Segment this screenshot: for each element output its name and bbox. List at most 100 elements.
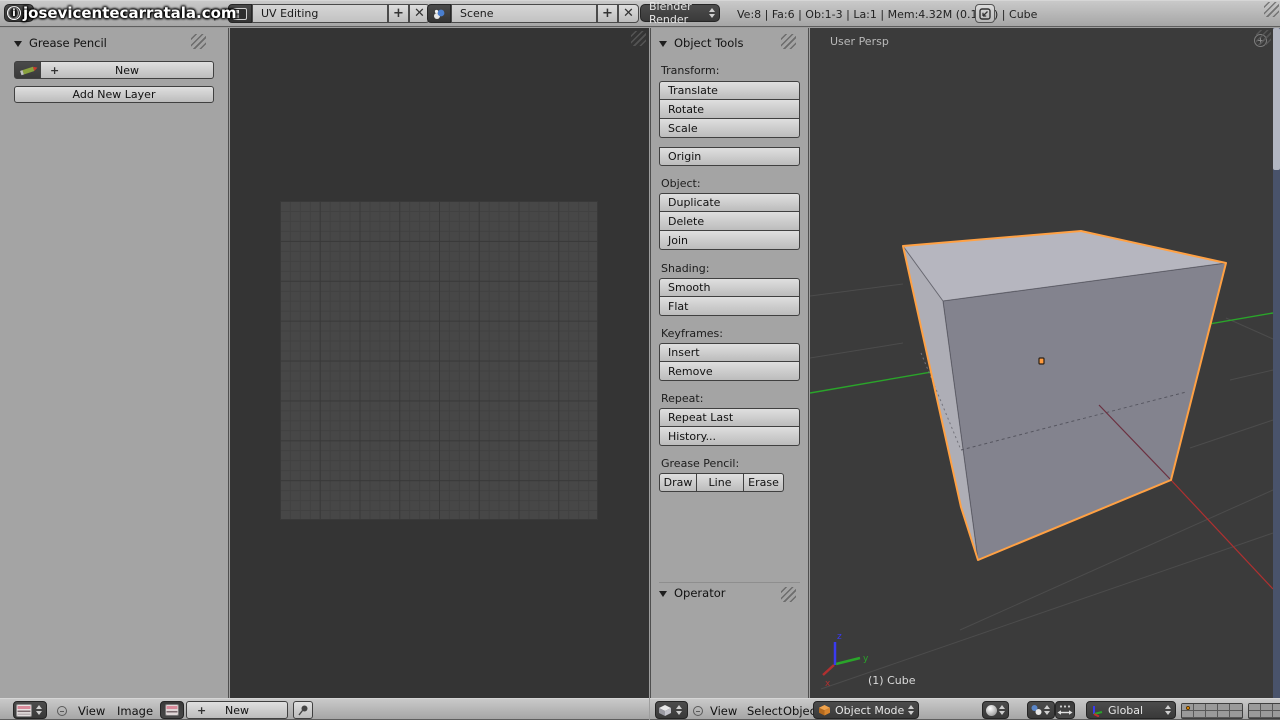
new-button-label: New	[115, 63, 139, 77]
layer-cell[interactable]	[1230, 704, 1242, 711]
add-scene-button[interactable]: +	[597, 4, 618, 23]
layer-cell[interactable]	[1249, 711, 1261, 718]
keyframes-section-label: Keyframes:	[661, 327, 723, 340]
layer-cell[interactable]	[1273, 711, 1280, 718]
uv-tool-shelf: Grease Pencil + New Add New Layer	[0, 28, 229, 698]
layer-cell[interactable]	[1273, 704, 1280, 711]
orientation-value: Global	[1108, 703, 1144, 717]
insert-keyframe-button[interactable]: Insert	[659, 343, 800, 362]
select-menu[interactable]: Select	[747, 704, 782, 718]
info-icon: i	[7, 6, 21, 20]
layer-cell[interactable]	[1261, 711, 1273, 718]
layer-cell[interactable]	[1218, 704, 1230, 711]
view3d-editor-icon	[659, 704, 671, 716]
grease-pencil-panel-header[interactable]: Grease Pencil	[14, 34, 214, 51]
layer-cell[interactable]	[1206, 711, 1218, 718]
layer-cell[interactable]	[1182, 711, 1194, 718]
header-menus-collapse-toggle[interactable]	[693, 706, 703, 716]
panel-drag-grip[interactable]	[781, 587, 796, 602]
layer-cell[interactable]	[1261, 704, 1273, 711]
grease-pencil-new-button[interactable]: + New	[41, 61, 214, 79]
viewport-resize-grip[interactable]	[1256, 30, 1271, 45]
panel-title: Object Tools	[674, 35, 744, 50]
scrollbar-thumb[interactable]	[1273, 28, 1280, 170]
origin-button[interactable]: Origin	[659, 147, 800, 166]
object-origin-dot[interactable]	[1038, 357, 1045, 365]
pivot-point-dropdown[interactable]	[1027, 701, 1055, 719]
uv-editor-resize-grip[interactable]	[631, 31, 646, 46]
duplicate-button[interactable]: Duplicate	[659, 193, 800, 212]
delete-button[interactable]: Delete	[659, 212, 800, 231]
layer-cell[interactable]	[1249, 704, 1261, 711]
viewport-shading-dropdown[interactable]	[982, 701, 1009, 719]
join-button[interactable]: Join	[659, 231, 800, 250]
window-duplicate-button[interactable]	[975, 4, 995, 23]
layer-cell[interactable]	[1230, 711, 1242, 718]
view-menu[interactable]: View	[710, 704, 737, 718]
button-label: Origin	[668, 150, 702, 163]
layer-cell[interactable]	[1194, 711, 1206, 718]
transform-section-label: Transform:	[661, 64, 720, 77]
chevron-updown-icon	[999, 705, 1005, 715]
history-button[interactable]: History...	[659, 427, 800, 446]
layers-widget-group2[interactable]	[1248, 703, 1280, 719]
button-label: Smooth	[668, 281, 711, 294]
mode-dropdown[interactable]: Object Mode	[813, 701, 919, 719]
close-scene-button[interactable]: ✕	[618, 4, 639, 23]
object-tools-panel-header[interactable]: Object Tools	[659, 34, 800, 51]
layer-cell[interactable]	[1206, 704, 1218, 711]
header-menus-collapse-toggle[interactable]	[57, 706, 67, 716]
gizmo-x-axis	[822, 664, 835, 676]
render-engine-value: Blender Render	[649, 0, 692, 26]
layer-cell[interactable]	[1218, 711, 1230, 718]
grease-pencil-data-button[interactable]	[14, 61, 41, 79]
image-browse-button[interactable]	[160, 701, 184, 719]
rotate-button[interactable]: Rotate	[659, 100, 800, 119]
scene-name-field[interactable]: Scene	[451, 4, 597, 23]
add-layout-button[interactable]: +	[388, 4, 409, 23]
object-section-label: Object:	[661, 177, 701, 190]
plus-icon: +	[50, 63, 60, 77]
scale-button[interactable]: Scale	[659, 119, 800, 138]
uv-grid	[280, 201, 598, 520]
layer-cell[interactable]	[1194, 704, 1206, 711]
layout-name-field[interactable]: UV Editing	[252, 4, 388, 23]
panel-drag-grip[interactable]	[191, 34, 206, 49]
layers-widget-group1[interactable]	[1181, 703, 1243, 719]
view-menu[interactable]: View	[78, 704, 105, 718]
chevron-updown-icon	[676, 705, 682, 715]
info-header-resize-grip[interactable]	[1264, 2, 1279, 17]
grease-line-button[interactable]: Line	[697, 473, 744, 492]
operator-panel-header[interactable]: Operator	[659, 582, 800, 602]
transform-orientation-dropdown[interactable]: Global	[1086, 701, 1176, 719]
editor-type-3dview-button[interactable]	[655, 701, 688, 719]
panel-drag-grip[interactable]	[781, 34, 796, 49]
remove-keyframe-button[interactable]: Remove	[659, 362, 800, 381]
layer-cell-active[interactable]	[1182, 704, 1194, 711]
button-label: Translate	[668, 84, 718, 97]
mode-value: Object Mode	[835, 703, 905, 717]
blender-window: i elp i josevicentecarratala.com UV Edit…	[0, 0, 1280, 720]
image-editor-icon	[16, 703, 32, 717]
image-menu[interactable]: Image	[117, 704, 153, 718]
pin-image-button[interactable]	[293, 701, 313, 719]
grease-draw-button[interactable]: Draw	[659, 473, 697, 492]
panel-title: Grease Pencil	[29, 35, 107, 50]
translate-button[interactable]: Translate	[659, 81, 800, 100]
chevron-updown-icon	[709, 8, 715, 18]
view-mode-label: User Persp	[830, 35, 889, 48]
render-engine-dropdown[interactable]: Blender Render	[640, 0, 720, 26]
viewport-right-scrollbar[interactable]	[1273, 28, 1280, 698]
flat-button[interactable]: Flat	[659, 297, 800, 316]
gizmo-z-label: z	[837, 632, 842, 642]
scene-browse-button[interactable]	[427, 4, 451, 23]
repeat-last-button[interactable]: Repeat Last	[659, 408, 800, 427]
image-new-button[interactable]: + New	[186, 701, 288, 719]
pencil-icon	[19, 66, 37, 75]
window-arrow-icon	[979, 7, 991, 20]
manipulator-toggle-button[interactable]	[1055, 701, 1075, 719]
grease-erase-button[interactable]: Erase	[744, 473, 784, 492]
editor-type-image-button[interactable]	[13, 701, 47, 719]
add-new-layer-button[interactable]: Add New Layer	[14, 86, 214, 103]
smooth-button[interactable]: Smooth	[659, 278, 800, 297]
